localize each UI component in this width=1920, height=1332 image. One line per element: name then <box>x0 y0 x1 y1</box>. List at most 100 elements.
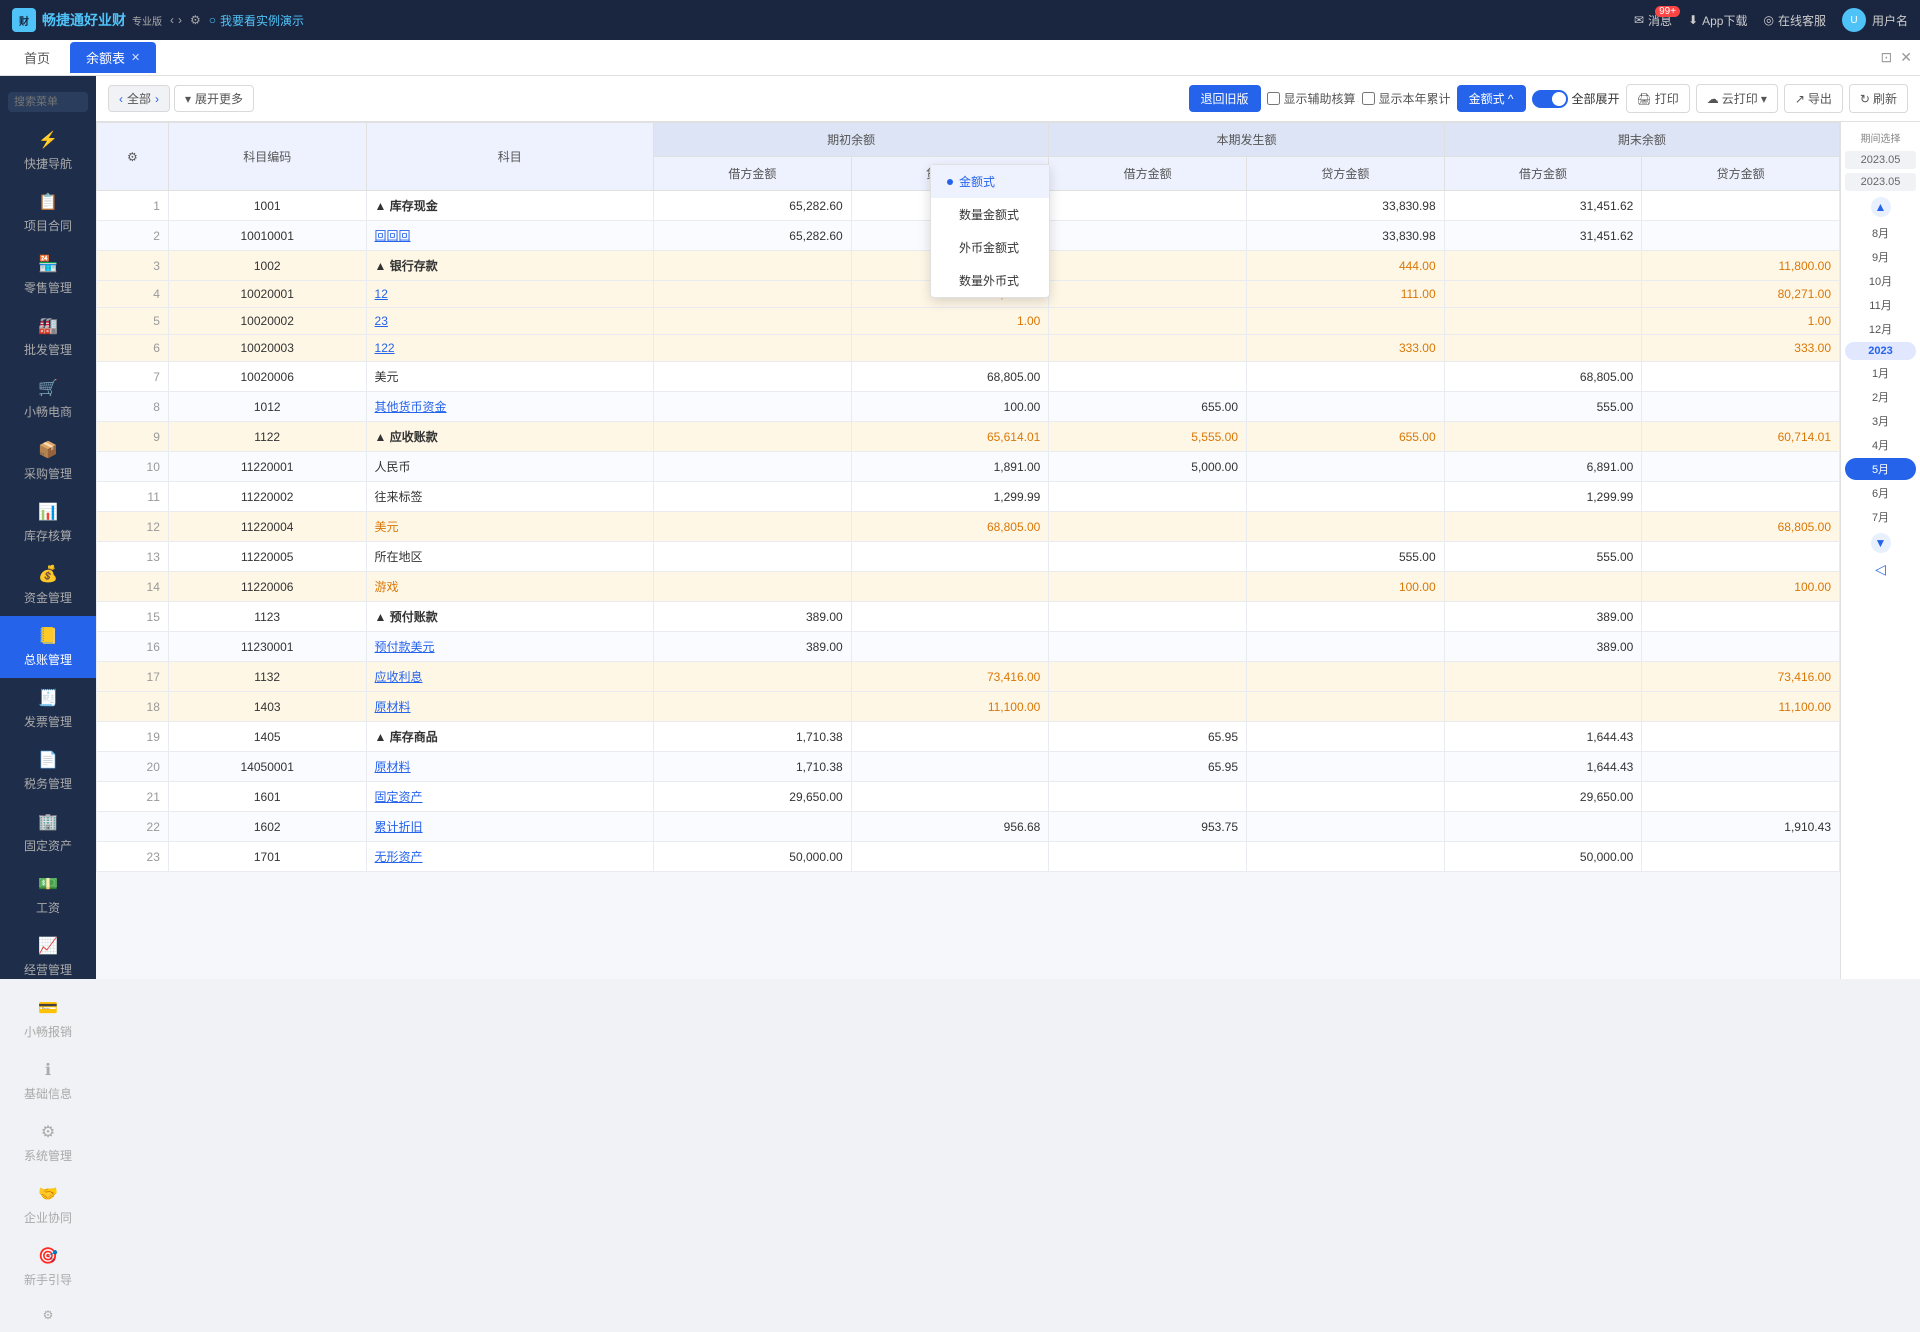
account-name[interactable]: 23 <box>366 308 654 335</box>
account-name[interactable]: ▲ 应收账款 <box>366 422 654 452</box>
month-9[interactable]: 9月 <box>1845 246 1916 268</box>
sidebar-item-inventory[interactable]: 📊 库存核算 <box>0 492 96 554</box>
month-7[interactable]: 7月 <box>1845 506 1916 528</box>
month-5[interactable]: 5月 <box>1845 458 1916 480</box>
online-service-btn[interactable]: ◎ 在线客服 <box>1763 12 1826 29</box>
sidebar-item-sales[interactable]: 💳 小畅报销 <box>0 988 96 1050</box>
account-name[interactable]: 累计折旧 <box>366 812 654 842</box>
settings-col-icon[interactable]: ⚙ <box>127 150 138 164</box>
period-credit <box>1247 362 1445 392</box>
account-code: 10020002 <box>168 308 366 335</box>
expand-all-toggle[interactable]: 全部展开 <box>1532 90 1620 108</box>
cloud-print-btn[interactable]: ☁ 云打印 ▾ <box>1696 84 1778 113</box>
account-name[interactable]: 应收利息 <box>366 662 654 692</box>
row-index: 11 <box>97 482 169 512</box>
print-btn[interactable]: 🖨 打印 <box>1626 84 1690 113</box>
closing-credit: 68,805.00 <box>1642 512 1840 542</box>
nav-back-icon[interactable]: ‹ <box>170 13 174 27</box>
col-closing-credit: 贷方金额 <box>1642 157 1840 191</box>
month-8[interactable]: 8月 <box>1845 222 1916 244</box>
sidebar-item-payroll[interactable]: 💵 工资 <box>0 864 96 926</box>
toggle-control[interactable] <box>1532 90 1568 108</box>
account-name[interactable]: ▲ 库存现金 <box>366 191 654 221</box>
account-name[interactable]: 原材料 <box>366 752 654 782</box>
account-name[interactable]: ▲ 银行存款 <box>366 251 654 281</box>
expand-more-btn[interactable]: ▾ 展开更多 <box>174 85 254 112</box>
account-name[interactable]: 固定资产 <box>366 782 654 812</box>
sidebar-settings-btn[interactable]: ⚙ <box>0 1298 96 1332</box>
mode-option-amount[interactable]: 金额式 <box>931 165 1049 198</box>
month-6[interactable]: 6月 <box>1845 482 1916 504</box>
sidebar-item-invoice[interactable]: 🧾 发票管理 <box>0 678 96 740</box>
period-credit <box>1247 782 1445 812</box>
search-input[interactable] <box>8 92 88 112</box>
refresh-btn[interactable]: ↻ 刷新 <box>1849 84 1908 113</box>
toolbar-right: 退回旧版 显示辅助核算 显示本年累计 金额式 ^ 全部展开 <box>1189 84 1908 113</box>
sidebar-item-general-ledger[interactable]: 📒 总账管理 <box>0 616 96 678</box>
account-name[interactable]: 其他货币资金 <box>366 392 654 422</box>
sidebar-item-tax[interactable]: 📄 税务管理 <box>0 740 96 802</box>
sidebar-item-project[interactable]: 📋 项目合同 <box>0 182 96 244</box>
month-2[interactable]: 2月 <box>1845 386 1916 408</box>
show-auxiliary-check[interactable]: 显示辅助核算 <box>1267 90 1356 107</box>
sidebar-item-guide[interactable]: 🎯 新手引导 <box>0 1236 96 1298</box>
month-1[interactable]: 1月 <box>1845 362 1916 384</box>
sidebar-item-basic-info[interactable]: ℹ 基础信息 <box>0 1050 96 1112</box>
tab-balance-label: 余额表 <box>86 48 125 67</box>
messages-btn[interactable]: ✉ 消息 99+ <box>1634 12 1672 29</box>
account-name[interactable]: 原材料 <box>366 692 654 722</box>
back-old-btn[interactable]: 退回旧版 <box>1189 85 1261 112</box>
closing-credit <box>1642 722 1840 752</box>
collapse-panel-btn[interactable]: ◁ <box>1875 561 1886 578</box>
auxiliary-checkbox[interactable] <box>1267 92 1280 105</box>
period-debit <box>1049 281 1247 308</box>
sidebar-item-capital[interactable]: 💰 资金管理 <box>0 554 96 616</box>
sidebar-item-ecommerce[interactable]: 🛒 小畅电商 <box>0 368 96 430</box>
tab-home[interactable]: 首页 <box>8 42 66 73</box>
mode-option-qty-amount[interactable]: 数量金额式 <box>931 198 1049 231</box>
ytd-checkbox[interactable] <box>1362 92 1375 105</box>
account-name[interactable]: 无形资产 <box>366 842 654 872</box>
export-btn[interactable]: ↗ 导出 <box>1784 84 1843 113</box>
month-4[interactable]: 4月 <box>1845 434 1916 456</box>
month-10[interactable]: 10月 <box>1845 270 1916 292</box>
app-download-btn[interactable]: ⬇ App下载 <box>1688 12 1747 29</box>
opening-debit <box>654 542 852 572</box>
nav-up-btn[interactable]: ▲ <box>1871 197 1891 217</box>
account-name[interactable]: 12 <box>366 281 654 308</box>
show-ytd-check[interactable]: 显示本年累计 <box>1362 90 1451 107</box>
period-debit: 65.95 <box>1049 722 1247 752</box>
demo-link[interactable]: ○ 我要看实例演示 <box>209 12 304 29</box>
settings-icon-top[interactable]: ⚙ <box>190 13 201 27</box>
breadcrumb-all-btn[interactable]: ‹ 全部 › <box>108 85 170 112</box>
account-name[interactable]: 预付款美元 <box>366 632 654 662</box>
month-11[interactable]: 11月 <box>1845 294 1916 316</box>
account-name[interactable]: ▲ 预付账款 <box>366 602 654 632</box>
sidebar-label-purchase: 采购管理 <box>24 465 72 482</box>
sidebar-item-purchase[interactable]: 📦 采购管理 <box>0 430 96 492</box>
year-2023-item[interactable]: 2023 <box>1845 342 1916 360</box>
month-12[interactable]: 12月 <box>1845 318 1916 340</box>
tab-balance[interactable]: 余额表 ✕ <box>70 42 156 73</box>
nav-down-btn[interactable]: ▼ <box>1871 533 1891 553</box>
sidebar-item-coop[interactable]: 🤝 企业协同 <box>0 1174 96 1236</box>
mode-option-qty-foreign[interactable]: 数量外币式 <box>931 264 1049 297</box>
opening-debit: 29,650.00 <box>654 782 852 812</box>
month-3[interactable]: 3月 <box>1845 410 1916 432</box>
sidebar-item-quick-nav[interactable]: ⚡ 快捷导航 <box>0 120 96 182</box>
restore-btn[interactable]: ⊡ <box>1881 49 1893 66</box>
sidebar-item-assets[interactable]: 🏢 固定资产 <box>0 802 96 864</box>
mode-option-foreign-amount[interactable]: 外币金额式 <box>931 231 1049 264</box>
sidebar-item-system[interactable]: ⚙ 系统管理 <box>0 1112 96 1174</box>
close-window-btn[interactable]: ✕ <box>1900 49 1912 66</box>
account-name[interactable]: 122 <box>366 335 654 362</box>
tab-close-icon[interactable]: ✕ <box>131 51 140 64</box>
account-name[interactable]: ▲ 库存商品 <box>366 722 654 752</box>
sidebar-item-retail[interactable]: 🏪 零售管理 <box>0 244 96 306</box>
user-area[interactable]: U 用户名 <box>1842 8 1908 32</box>
account-name[interactable]: 回回回 <box>366 221 654 251</box>
period-credit: 555.00 <box>1247 542 1445 572</box>
nav-forward-icon[interactable]: › <box>178 13 182 27</box>
mode-dropdown-btn[interactable]: 金额式 ^ <box>1457 85 1526 112</box>
sidebar-item-wholesale[interactable]: 🏭 批发管理 <box>0 306 96 368</box>
